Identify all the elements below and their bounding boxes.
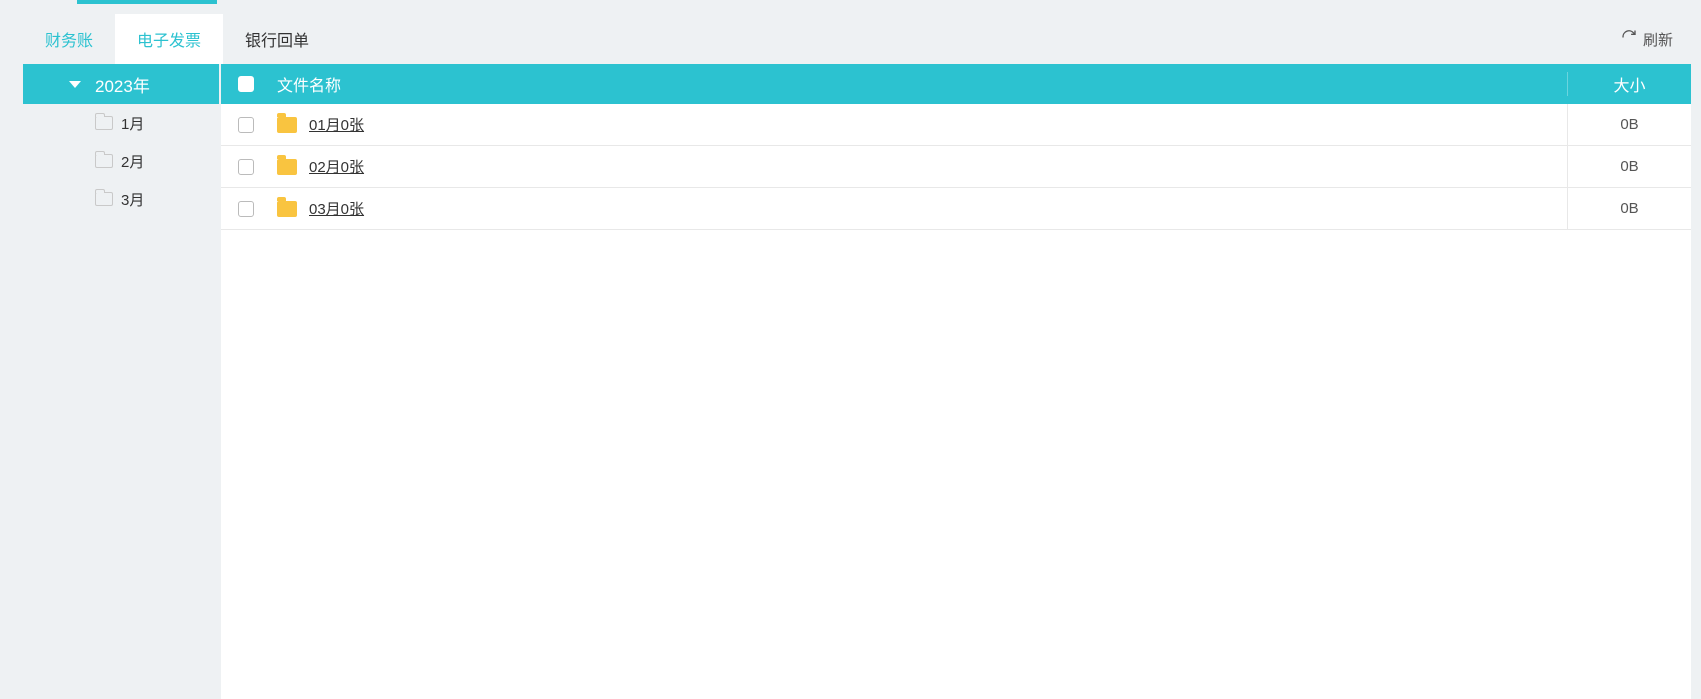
tab-label: 银行回单: [245, 27, 309, 51]
tree-year-node[interactable]: 2023年: [23, 64, 219, 104]
tabs-row: 财务账 电子发票 银行回单 刷新: [23, 14, 1691, 64]
tree-month-node[interactable]: 3月: [23, 180, 219, 218]
tab-bank-receipt[interactable]: 银行回单: [223, 14, 331, 64]
folder-outline-icon: [95, 116, 113, 130]
file-size: 0B: [1620, 158, 1638, 175]
top-tab-indicator: [77, 0, 217, 4]
tree-month-node[interactable]: 1月: [23, 104, 219, 142]
table-body: 01月0张 0B 02月0张: [221, 104, 1691, 699]
tab-label: 电子发票: [137, 27, 201, 51]
folder-outline-icon: [95, 154, 113, 168]
tab-label: 财务账: [45, 27, 93, 51]
tree-month-label: 1月: [121, 113, 144, 134]
table-row: 02月0张 0B: [221, 146, 1691, 188]
caret-down-icon: [69, 81, 81, 88]
file-name-link[interactable]: 01月0张: [309, 114, 364, 135]
folder-icon: [277, 117, 297, 133]
tree-month-label: 3月: [121, 189, 144, 210]
tree-year-label: 2023年: [95, 72, 150, 97]
folder-outline-icon: [95, 192, 113, 206]
tree-month-node[interactable]: 2月: [23, 142, 219, 180]
file-name-link[interactable]: 03月0张: [309, 198, 364, 219]
refresh-icon: [1621, 29, 1637, 49]
folder-icon: [277, 159, 297, 175]
row-checkbox[interactable]: [238, 159, 254, 175]
row-checkbox[interactable]: [238, 201, 254, 217]
tab-finance[interactable]: 财务账: [23, 14, 115, 64]
column-header-name: 文件名称: [277, 72, 341, 96]
table-row: 01月0张 0B: [221, 104, 1691, 146]
table-header: 文件名称 大小: [221, 64, 1691, 104]
file-table: 文件名称 大小 01月0张: [221, 64, 1691, 699]
refresh-label: 刷新: [1643, 29, 1673, 50]
select-all-checkbox[interactable]: [238, 76, 254, 92]
column-header-size: 大小: [1613, 72, 1645, 96]
refresh-button[interactable]: 刷新: [1621, 29, 1691, 50]
row-checkbox[interactable]: [238, 117, 254, 133]
folder-icon: [277, 201, 297, 217]
sidebar: 2023年 1月 2月 3月: [23, 64, 219, 699]
file-size: 0B: [1620, 200, 1638, 217]
file-size: 0B: [1620, 116, 1638, 133]
tree-month-label: 2月: [121, 151, 144, 172]
table-row: 03月0张 0B: [221, 188, 1691, 230]
tab-einvoice[interactable]: 电子发票: [115, 14, 223, 64]
file-name-link[interactable]: 02月0张: [309, 156, 364, 177]
